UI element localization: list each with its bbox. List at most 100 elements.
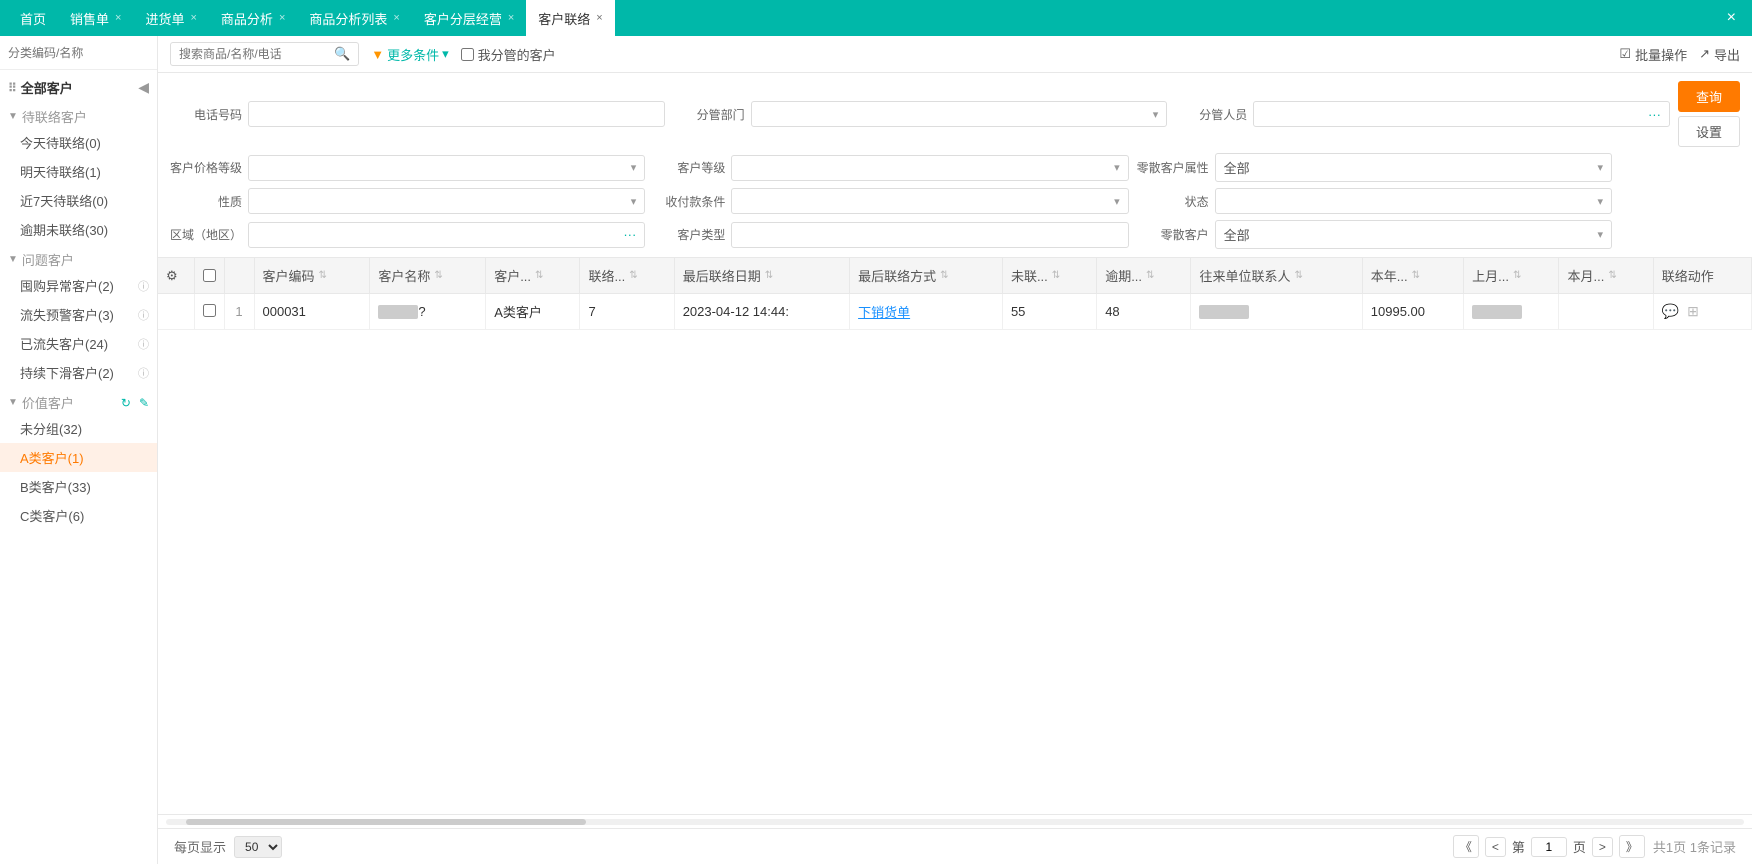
row-checkbox[interactable]: [203, 304, 216, 317]
nav-analysis-close[interactable]: ×: [279, 12, 285, 24]
window-close-button[interactable]: ×: [1719, 9, 1744, 27]
nav-sales-close[interactable]: ×: [115, 12, 121, 24]
th-this-month[interactable]: 本月... ⇅: [1559, 258, 1653, 294]
nav-purchase-close[interactable]: ×: [190, 12, 196, 24]
filter-customer-type-input[interactable]: [731, 222, 1128, 248]
export-btn[interactable]: ↗ 导出: [1699, 45, 1740, 64]
nav-customer-tier[interactable]: 客户分层经营 ×: [412, 0, 526, 36]
filter-customer-level-select[interactable]: ▾: [731, 155, 1128, 181]
filter-retail-select[interactable]: 全部 ▾: [1215, 220, 1612, 249]
th-last-month[interactable]: 上月... ⇅: [1464, 258, 1559, 294]
sidebar-collapse-btn[interactable]: ◀: [138, 79, 149, 96]
filter-phone: 电话号码: [170, 101, 665, 127]
th-not-contacted[interactable]: 未联... ⇅: [1002, 258, 1096, 294]
problem-group-arrow: ▼: [8, 254, 18, 265]
filter-dept-select[interactable]: ▾: [751, 101, 1168, 127]
sidebar-search-input[interactable]: [8, 46, 158, 60]
th-overdue[interactable]: 逾期... ⇅: [1097, 258, 1191, 294]
nav-home[interactable]: 首页: [8, 0, 58, 36]
last-page-btn[interactable]: 》: [1619, 835, 1645, 858]
last-month-sort-icon: ⇅: [1513, 270, 1521, 281]
more-conditions-btn[interactable]: ▼ 更多条件 ▾: [371, 45, 448, 64]
filter-price-level-select[interactable]: ▾: [248, 155, 645, 181]
prev-page-btn[interactable]: <: [1485, 837, 1506, 857]
sidebar-item-declining[interactable]: 持续下滑客户(2) ⓘ: [0, 358, 157, 387]
filter-payment-select[interactable]: ▾: [731, 188, 1128, 214]
nav-customer-contact[interactable]: 客户联络 ×: [526, 0, 614, 36]
filter-row-2: 客户价格等级 ▾ 客户等级 ▾ 零散客户属性 全部: [170, 153, 1740, 182]
sidebar-item-7days[interactable]: 近7天待联络(0): [0, 186, 157, 215]
filter-search-input[interactable]: [179, 47, 334, 61]
sidebar-item-churning[interactable]: 流失预警客户(3) ⓘ: [0, 300, 157, 329]
th-name[interactable]: 客户名称 ⇅: [370, 258, 486, 294]
th-unit-contact[interactable]: 往来单位联系人 ⇅: [1191, 258, 1362, 294]
sidebar-item-b-class[interactable]: B类客户(33): [0, 472, 157, 501]
th-type[interactable]: 客户... ⇅: [486, 258, 580, 294]
sidebar-item-tomorrow[interactable]: 明天待联络(1): [0, 157, 157, 186]
sidebar-item-a-class[interactable]: A类客户(1): [0, 443, 157, 472]
filter-phone-input[interactable]: [248, 101, 665, 127]
row-last-method-cell[interactable]: 下销货单: [850, 294, 1003, 330]
row-contact-cell: 7: [580, 294, 674, 330]
status-arrow-icon: ▾: [1597, 195, 1603, 208]
sidebar-group-pending[interactable]: ▼ 待联络客户: [0, 101, 157, 128]
sidebar-item-overdue[interactable]: 逾期未联络(30): [0, 215, 157, 244]
nav-purchase[interactable]: 进货单 ×: [133, 0, 208, 36]
qr-icon[interactable]: ⊞: [1687, 303, 1699, 320]
filter-status-select[interactable]: ▾: [1215, 188, 1612, 214]
th-settings[interactable]: ⚙: [158, 258, 194, 294]
filter-search-icon[interactable]: 🔍: [334, 46, 350, 62]
my-customers-toggle[interactable]: 我分管的客户: [461, 45, 556, 64]
sidebar-item-c-class[interactable]: C类客户(6): [0, 501, 157, 530]
nature-arrow-icon: ▾: [631, 195, 637, 208]
sidebar-item-churned[interactable]: 已流失客户(24) ⓘ: [0, 329, 157, 358]
chat-icon[interactable]: 💬: [1662, 303, 1679, 320]
horizontal-scrollbar[interactable]: [158, 814, 1752, 828]
nav-analysis[interactable]: 商品分析 ×: [209, 0, 297, 36]
next-page-btn[interactable]: >: [1592, 837, 1613, 857]
filter-nature-select[interactable]: ▾: [248, 188, 645, 214]
nav-analysis-list[interactable]: 商品分析列表 ×: [297, 0, 411, 36]
row-checkbox-cell[interactable]: [194, 294, 224, 330]
value-group-refresh-icon[interactable]: ↻: [121, 396, 131, 410]
nav-customer-contact-close[interactable]: ×: [596, 12, 602, 24]
contact-sort-icon: ⇅: [629, 270, 637, 281]
last-method-link[interactable]: 下销货单: [858, 305, 910, 320]
nav-customer-tier-close[interactable]: ×: [508, 12, 514, 24]
sidebar-group-value[interactable]: ▼ 价值客户 ↻ ✎: [0, 387, 157, 414]
region-more-icon: ···: [623, 227, 636, 242]
th-last-date[interactable]: 最后联络日期 ⇅: [674, 258, 849, 294]
th-this-year[interactable]: 本年... ⇅: [1362, 258, 1463, 294]
sidebar-item-today[interactable]: 今天待联络(0): [0, 128, 157, 157]
setting-button[interactable]: 设置: [1678, 116, 1740, 147]
select-all-checkbox[interactable]: [203, 269, 216, 282]
my-customers-checkbox[interactable]: [461, 48, 474, 61]
scroll-thumb[interactable]: [186, 819, 586, 825]
query-button[interactable]: 查询: [1678, 81, 1740, 112]
row-type-cell: A类客户: [486, 294, 580, 330]
action-icons-container: 💬 ⊞: [1662, 303, 1743, 320]
filter-dept: 分管部门 ▾: [673, 101, 1168, 127]
sidebar-item-ungrouped[interactable]: 未分组(32): [0, 414, 157, 443]
top-nav: 首页 销售单 × 进货单 × 商品分析 × 商品分析列表 × 客户分层经营 × …: [0, 0, 1752, 36]
filter-person-select[interactable]: ···: [1253, 101, 1670, 127]
page-number-input[interactable]: [1531, 837, 1567, 857]
nav-analysis-list-close[interactable]: ×: [393, 12, 399, 24]
sidebar-group-problem[interactable]: ▼ 问题客户: [0, 244, 157, 271]
advanced-filter: 电话号码 分管部门 ▾ 分管人员 ···: [158, 73, 1752, 258]
th-contact[interactable]: 联络... ⇅: [580, 258, 674, 294]
filter-region-select[interactable]: ···: [248, 222, 645, 248]
nav-sales[interactable]: 销售单 ×: [58, 0, 133, 36]
th-last-method[interactable]: 最后联络方式 ⇅: [850, 258, 1003, 294]
batch-ops-btn[interactable]: ☑ 批量操作: [1619, 45, 1687, 64]
sidebar-item-hoarding[interactable]: 囤购异常客户(2) ⓘ: [0, 271, 157, 300]
row-code-cell: 000031: [254, 294, 370, 330]
per-page-select[interactable]: 50: [234, 836, 282, 858]
th-code[interactable]: 客户编码 ⇅: [254, 258, 370, 294]
filter-retail-attr-select[interactable]: 全部 ▾: [1215, 153, 1612, 182]
value-group-edit-icon[interactable]: ✎: [139, 396, 149, 410]
th-checkbox[interactable]: [194, 258, 224, 294]
first-page-btn[interactable]: 《: [1453, 835, 1479, 858]
retail-attr-arrow-icon: ▾: [1597, 161, 1603, 174]
code-sort-icon: ⇅: [319, 270, 327, 281]
